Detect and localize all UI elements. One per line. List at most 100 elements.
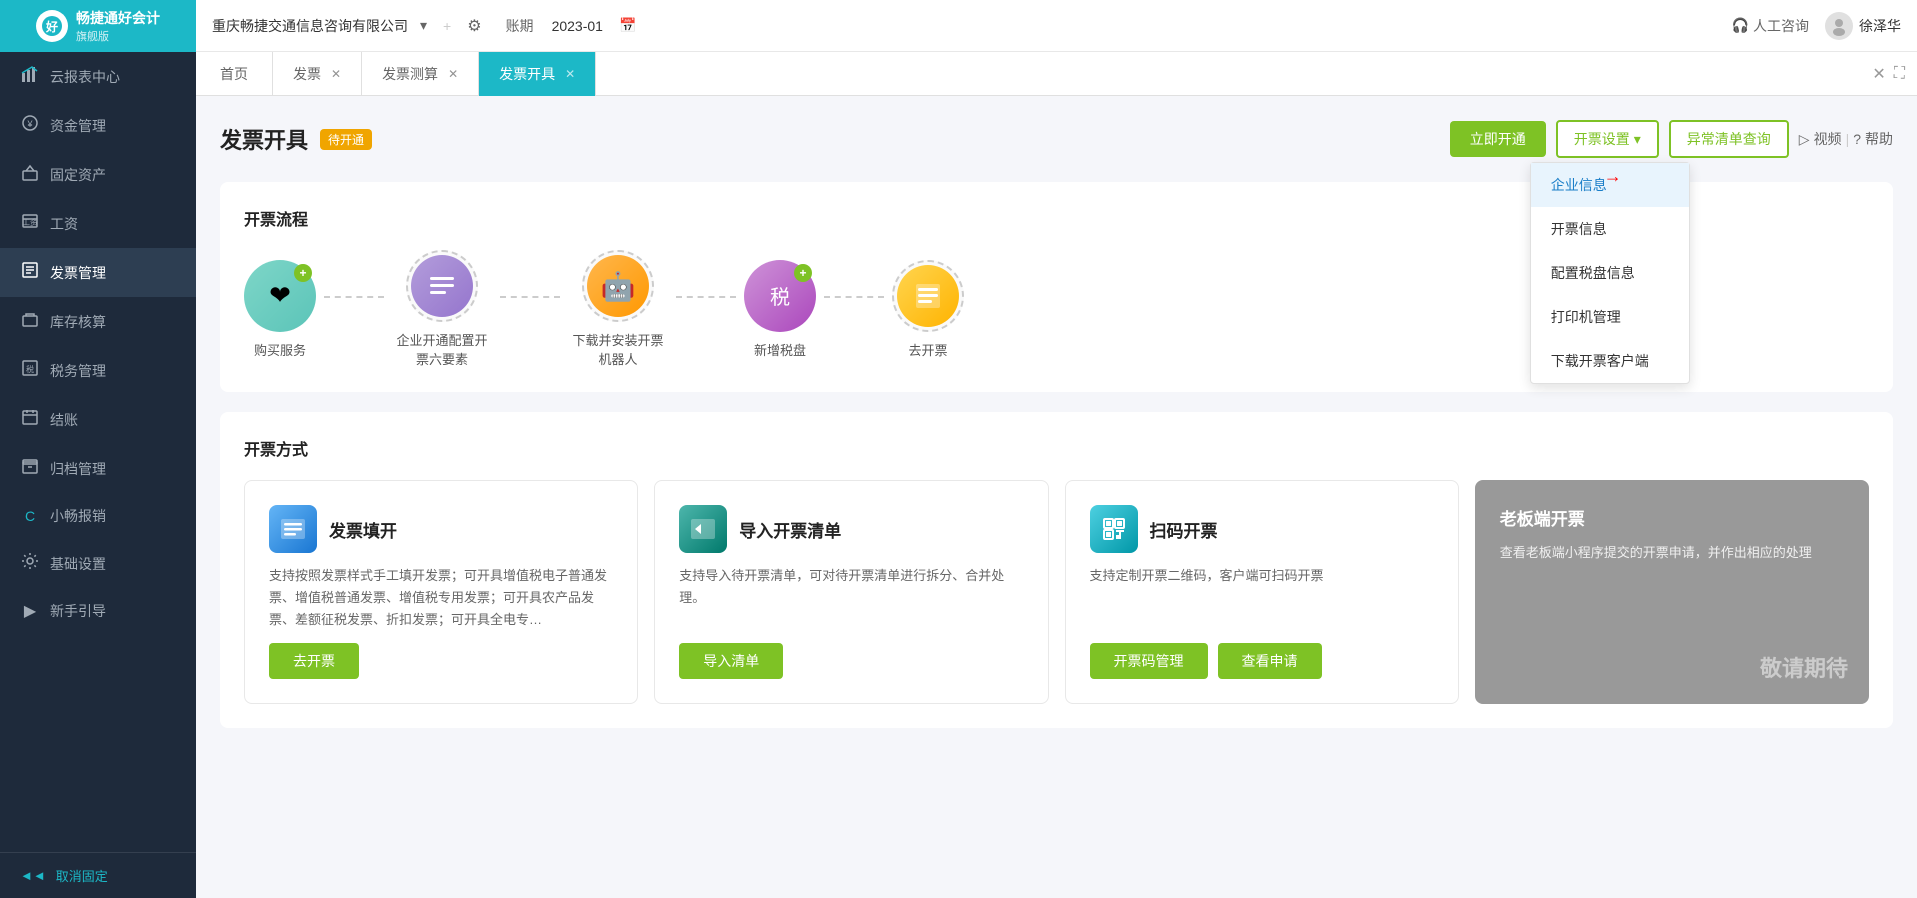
company-dropdown-arrow[interactable]: ▾ xyxy=(420,17,427,34)
sidebar-item-report2[interactable]: C 小畅报销 xyxy=(0,493,196,539)
settings-btn[interactable]: 开票设置 ▾ xyxy=(1556,120,1659,158)
fund-icon: ¥ xyxy=(20,114,40,137)
dropdown-item-invoice-info[interactable]: 开票信息 xyxy=(1531,207,1689,251)
headset-icon: 🎧 xyxy=(1732,17,1749,34)
sidebar-item-report[interactable]: 云报表中心 xyxy=(0,52,196,101)
sidebar-item-salary[interactable]: 工资 工资 xyxy=(0,199,196,248)
step-download-label: 下载并安装开票机器人 xyxy=(568,330,668,368)
period-label: 账期 xyxy=(506,16,534,36)
status-badge: 待开通 xyxy=(320,129,372,150)
tab-invoice-close[interactable]: ✕ xyxy=(331,67,341,81)
card-scan-header: 扫码开票 xyxy=(1090,505,1434,553)
company-name[interactable]: 重庆畅捷交通信息咨询有限公司 xyxy=(212,16,408,36)
question-icon: ? xyxy=(1853,131,1861,147)
step-open-label: 去开票 xyxy=(908,340,947,359)
sidebar-item-fund[interactable]: ¥ 资金管理 xyxy=(0,101,196,150)
tab-bar-right: ✕ ⛶ xyxy=(1872,64,1917,84)
user-area[interactable]: 徐泽华 xyxy=(1825,12,1901,40)
tab-invoice[interactable]: 发票 ✕ xyxy=(273,52,362,96)
sidebar-label-settings: 基础设置 xyxy=(50,554,106,574)
pin-icon: ◄◄ xyxy=(20,868,46,883)
calendar-icon[interactable]: 📅 xyxy=(619,17,636,34)
tab-expand-icon[interactable]: ⛶ xyxy=(1894,65,1905,83)
flow-step-buy: ❤ + 购买服务 xyxy=(244,260,316,359)
sidebar-pinned-label: 取消固定 xyxy=(56,866,108,885)
sidebar-item-tax[interactable]: 税 税务管理 xyxy=(0,346,196,395)
guide-icon: ▶ xyxy=(20,601,40,621)
import-list-btn[interactable]: 导入清单 xyxy=(679,643,783,679)
tab-invoice-calc-close[interactable]: ✕ xyxy=(448,67,458,81)
tab-home-label: 首页 xyxy=(220,64,248,84)
service-btn[interactable]: 🎧 人工咨询 xyxy=(1732,16,1809,36)
sidebar-item-guide[interactable]: ▶ 新手引导 xyxy=(0,588,196,634)
inventory-icon xyxy=(20,310,40,333)
sidebar-item-archive[interactable]: 归档管理 xyxy=(0,444,196,493)
step-buy-label: 购买服务 xyxy=(254,340,306,359)
sidebar-pinned[interactable]: ◄◄ 取消固定 xyxy=(0,852,196,898)
logo-area: 好 畅捷通好会计 旗舰版 xyxy=(0,0,196,52)
method-card-fill: 发票填开 支持按照发票样式手工填开发票；可开具增值税电子普通发票、增值税普通发票… xyxy=(244,480,638,704)
play-icon: ▷ xyxy=(1799,131,1810,148)
svg-text:工资: 工资 xyxy=(22,217,38,227)
qr-manage-btn[interactable]: 开票码管理 xyxy=(1090,643,1208,679)
flow-step-add-disk: 税 + 新增税盘 xyxy=(744,260,816,359)
tab-invoice-open-label: 发票开具 xyxy=(499,64,555,84)
connector-3 xyxy=(676,296,736,322)
card-import-header: 导入开票清单 xyxy=(679,505,1023,553)
sidebar: 云报表中心 ¥ 资金管理 固定资产 工资 xyxy=(0,52,196,898)
fill-invoice-btn[interactable]: 去开票 xyxy=(269,643,359,679)
card-fill-icon xyxy=(269,505,317,553)
salary-icon: 工资 xyxy=(20,212,40,235)
sidebar-item-settle[interactable]: 结账 xyxy=(0,395,196,444)
dropdown-item-tax-disk[interactable]: 配置税盘信息 xyxy=(1531,251,1689,295)
tab-invoice-open[interactable]: 发票开具 ✕ xyxy=(479,52,596,96)
page-content: 发票开具 待开通 立即开通 开票设置 ▾ 异常清单查询 ▷ 视频 xyxy=(196,96,1917,898)
tab-close-icon[interactable]: ✕ xyxy=(1872,64,1885,84)
sidebar-item-asset[interactable]: 固定资产 xyxy=(0,150,196,199)
method-card-import: 导入开票清单 支持导入待开票清单，可对待开票清单进行拆分、合并处理。 导入清单 xyxy=(654,480,1048,704)
connector-2 xyxy=(500,296,560,322)
card-import-desc: 支持导入待开票清单，可对待开票清单进行拆分、合并处理。 xyxy=(679,565,1023,631)
methods-section: 开票方式 发票填开 支持按照发票样式手工填开发票；可开具增值税电子普通发票、增值… xyxy=(220,412,1893,728)
sidebar-item-invoice[interactable]: 发票管理 xyxy=(0,248,196,297)
step-config-icon-border xyxy=(406,250,478,322)
flow-step-open: 去开票 xyxy=(892,260,964,359)
video-btn[interactable]: ▷ 视频 | ? 帮助 xyxy=(1799,129,1893,149)
app-subtitle: 旗舰版 xyxy=(76,28,160,44)
method-card-boss: 老板端开票 查看老板端小程序提交的开票申请，并作出相应的处理 敬请期待 xyxy=(1475,480,1869,704)
settings-sidebar-icon xyxy=(20,552,40,575)
tab-home[interactable]: 首页 xyxy=(196,52,273,96)
settings-btn-label: 开票设置 xyxy=(1574,129,1630,149)
dropdown-item-download-client[interactable]: 下载开票客户端 xyxy=(1531,339,1689,383)
settle-icon xyxy=(20,408,40,431)
tax-icon: 税 xyxy=(20,359,40,382)
activate-btn[interactable]: 立即开通 xyxy=(1450,121,1546,157)
sidebar-label-report: 云报表中心 xyxy=(50,67,120,87)
sidebar-label-guide: 新手引导 xyxy=(50,601,106,621)
svg-text:¥: ¥ xyxy=(26,119,33,129)
settings-gear-icon[interactable]: ⚙ xyxy=(467,16,481,36)
dropdown-item-printer[interactable]: 打印机管理 xyxy=(1531,295,1689,339)
tab-invoice-calc-label: 发票测算 xyxy=(382,64,438,84)
step-open-icon-border xyxy=(892,260,964,332)
step-add-disk-label: 新增税盘 xyxy=(754,340,806,359)
tab-invoice-label: 发票 xyxy=(293,64,321,84)
step-download-icon-border: 🤖 xyxy=(582,250,654,322)
card-scan-icon xyxy=(1090,505,1138,553)
sidebar-label-archive: 归档管理 xyxy=(50,459,106,479)
svg-text:税: 税 xyxy=(26,364,34,374)
view-apply-btn[interactable]: 查看申请 xyxy=(1218,643,1322,679)
exception-btn[interactable]: 异常清单查询 xyxy=(1669,120,1789,158)
report-icon xyxy=(20,65,40,88)
service-label: 人工咨询 xyxy=(1753,16,1809,36)
sidebar-item-inventory[interactable]: 库存核算 xyxy=(0,297,196,346)
sidebar-item-settings[interactable]: 基础设置 xyxy=(0,539,196,588)
svg-text:好: 好 xyxy=(45,19,58,34)
tab-invoice-open-close[interactable]: ✕ xyxy=(565,67,575,81)
asset-icon xyxy=(20,163,40,186)
step-buy-icon: ❤ + xyxy=(244,260,316,332)
flow-step-download: 🤖 下载并安装开票机器人 xyxy=(568,250,668,368)
video-label: 视频 xyxy=(1814,129,1842,149)
tab-invoice-calc[interactable]: 发票测算 ✕ xyxy=(362,52,479,96)
sidebar-label-tax: 税务管理 xyxy=(50,361,106,381)
